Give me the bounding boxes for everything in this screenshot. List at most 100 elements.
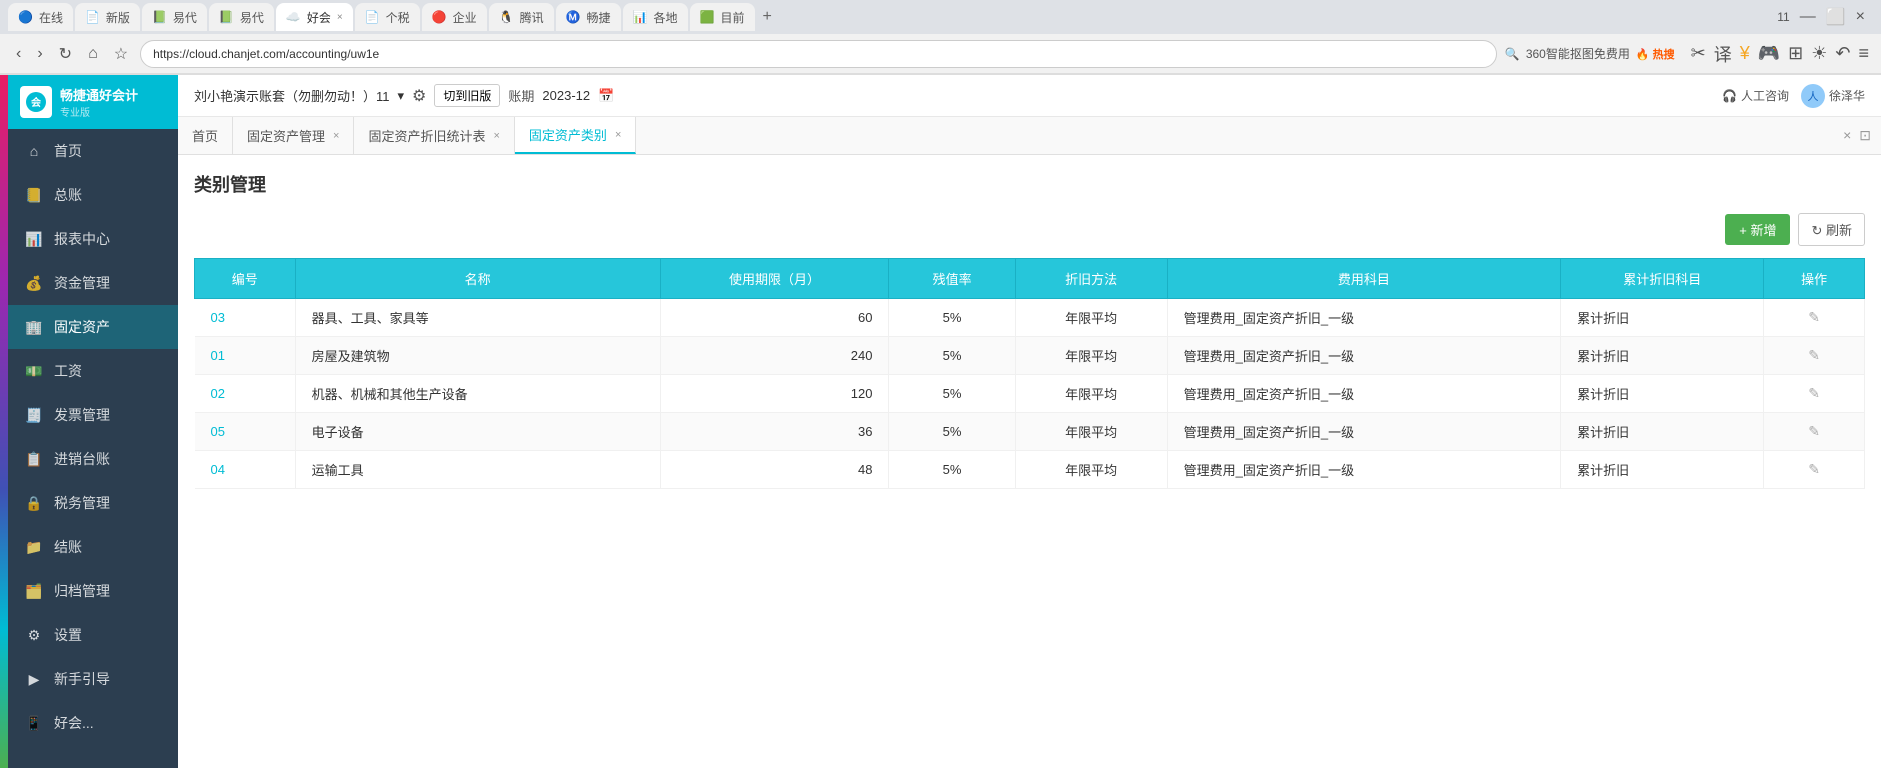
code-link-3[interactable]: 05 — [211, 424, 225, 439]
cell-code-4: 04 — [195, 451, 296, 489]
browser-tab-5[interactable]: ☁️ 好会 × — [276, 3, 353, 31]
menu-label-fund: 资金管理 — [54, 273, 110, 293]
close-panel-icon[interactable]: × — [1843, 127, 1851, 144]
currency-icon[interactable]: ¥ — [1740, 43, 1750, 64]
sidebar-item-close-account[interactable]: 📁 结账 — [8, 525, 178, 569]
sidebar: 会 畅捷通好会计 专业版 ⌂ 首页 📒 总账 📊 报表中心 💰 资金管理 — [8, 75, 178, 768]
page-tab-depreciation[interactable]: 固定资产折旧统计表 × — [354, 117, 514, 154]
edit-icon-2[interactable]: ✎ — [1808, 385, 1820, 401]
sidebar-item-tax[interactable]: 🔒 税务管理 — [8, 481, 178, 525]
undo-icon[interactable]: ↶ — [1835, 43, 1850, 64]
minimize-button[interactable]: — — [1800, 8, 1816, 26]
sidebar-item-archive[interactable]: 🗂️ 归档管理 — [8, 569, 178, 613]
page-tab-category[interactable]: 固定资产类别 × — [515, 117, 636, 154]
browser-tab-2[interactable]: 📄 新版 — [75, 3, 140, 31]
bookmark-button[interactable]: ☆ — [110, 40, 132, 68]
browser-tab-3[interactable]: 📗 易代 — [142, 3, 207, 31]
sidebar-item-fund[interactable]: 💰 资金管理 — [8, 261, 178, 305]
maximize-panel-icon[interactable]: ⊡ — [1859, 127, 1871, 144]
table-row: 05 电子设备 36 5% 年限平均 管理费用_固定资产折旧_一级 累计折旧 ✎ — [195, 413, 1865, 451]
cell-months-3: 36 — [660, 413, 889, 451]
period-value: 2023-12 — [542, 88, 590, 103]
menu-label-archive: 归档管理 — [54, 581, 110, 601]
grid-icon[interactable]: ⊞ — [1788, 43, 1803, 64]
code-link-2[interactable]: 02 — [211, 386, 225, 401]
browser-tab-4[interactable]: 📗 易代 — [209, 3, 274, 31]
scissors-icon[interactable]: ✂ — [1691, 43, 1706, 64]
browser-tab-8[interactable]: 🐧 腾讯 — [489, 3, 554, 31]
address-bar: ‹ › ↻ ⌂ ☆ 🔍 360智能抠图免费用 🔥 热搜 ✂ 译 ¥ 🎮 ⊞ ☀ … — [0, 34, 1881, 74]
cell-expense-4: 管理费用_固定资产折旧_一级 — [1167, 451, 1560, 489]
support-label: 人工咨询 — [1741, 87, 1789, 104]
col-header-expense: 费用科目 — [1167, 259, 1560, 299]
tab-count-badge: 11 — [1777, 10, 1789, 24]
reload-button[interactable]: ↻ — [55, 40, 76, 68]
refresh-button[interactable]: ↻ 刷新 — [1798, 213, 1865, 246]
browser-tab-7[interactable]: 🔴 企业 — [422, 3, 487, 31]
dropdown-icon[interactable]: ▾ — [398, 88, 405, 104]
edit-icon-0[interactable]: ✎ — [1808, 309, 1820, 325]
support-button[interactable]: 🎧 人工咨询 — [1722, 87, 1789, 104]
sidebar-item-app[interactable]: 📱 好会... — [8, 701, 178, 745]
cell-action-2: ✎ — [1764, 375, 1865, 413]
col-header-code: 编号 — [195, 259, 296, 299]
sidebar-item-salary[interactable]: 💵 工资 — [8, 349, 178, 393]
page-title: 类别管理 — [194, 171, 1865, 197]
cell-accum-4: 累计折旧 — [1561, 451, 1764, 489]
code-link-4[interactable]: 04 — [211, 462, 225, 477]
switch-version-button[interactable]: 切到旧版 — [434, 84, 500, 107]
browser-tab-6[interactable]: 📄 个税 — [355, 3, 420, 31]
code-link-1[interactable]: 01 — [211, 348, 225, 363]
browser-tab-10[interactable]: 📊 各地 — [623, 3, 688, 31]
restore-button[interactable]: ⬜ — [1826, 7, 1846, 27]
cell-code-1: 01 — [195, 337, 296, 375]
cell-action-0: ✎ — [1764, 299, 1865, 337]
menu-label-invoice: 发票管理 — [54, 405, 110, 425]
code-link-0[interactable]: 03 — [211, 310, 225, 325]
col-header-name: 名称 — [295, 259, 660, 299]
logo-subtitle: 专业版 — [60, 104, 138, 119]
header-settings-icon[interactable]: ⚙ — [412, 86, 426, 106]
sidebar-item-home[interactable]: ⌂ 首页 — [8, 129, 178, 173]
user-area[interactable]: 人 徐泽华 — [1801, 84, 1865, 108]
browser-tab-9[interactable]: Ⓜ️ 畅捷 — [556, 3, 621, 31]
menu-icon[interactable]: ≡ — [1858, 43, 1869, 64]
calendar-icon[interactable]: 📅 — [598, 88, 614, 104]
sidebar-item-settings[interactable]: ⚙ 设置 — [8, 613, 178, 657]
col-header-action: 操作 — [1764, 259, 1865, 299]
brightness-icon[interactable]: ☀ — [1811, 43, 1827, 64]
close-depreciation-tab[interactable]: × — [493, 130, 499, 142]
game-icon[interactable]: 🎮 — [1758, 43, 1780, 64]
page-tab-asset-mgmt[interactable]: 固定资产管理 × — [233, 117, 354, 154]
back-button[interactable]: ‹ — [12, 41, 25, 67]
translate-icon[interactable]: 译 — [1714, 41, 1732, 67]
cell-method-3: 年限平均 — [1015, 413, 1167, 451]
col-header-accum: 累计折旧科目 — [1561, 259, 1764, 299]
edit-icon-3[interactable]: ✎ — [1808, 423, 1820, 439]
add-button[interactable]: + 新增 — [1725, 214, 1790, 245]
browser-tab-11[interactable]: 🟩 目前 — [690, 3, 755, 31]
new-tab-button[interactable]: + — [757, 8, 778, 26]
edit-icon-4[interactable]: ✎ — [1808, 461, 1820, 477]
close-category-tab[interactable]: × — [615, 129, 621, 141]
sidebar-item-invoice[interactable]: 🧾 发票管理 — [8, 393, 178, 437]
address-input[interactable] — [140, 40, 1497, 68]
forward-button[interactable]: › — [33, 41, 46, 67]
sidebar-item-asset[interactable]: 🏢 固定资产 — [8, 305, 178, 349]
menu-label-guide: 新手引导 — [54, 669, 110, 689]
cell-accum-3: 累计折旧 — [1561, 413, 1764, 451]
sidebar-item-purchase[interactable]: 📋 进销台账 — [8, 437, 178, 481]
edit-icon-1[interactable]: ✎ — [1808, 347, 1820, 363]
close-window-button[interactable]: × — [1856, 8, 1865, 26]
home-button[interactable]: ⌂ — [84, 41, 102, 67]
close-asset-mgmt-tab[interactable]: × — [333, 130, 339, 142]
page-tab-home[interactable]: 首页 — [178, 117, 233, 154]
browser-tab-1[interactable]: 🔵 在线 — [8, 3, 73, 31]
sidebar-item-reports[interactable]: 📊 报表中心 — [8, 217, 178, 261]
sidebar-item-ledger[interactable]: 📒 总账 — [8, 173, 178, 217]
sidebar-item-guide[interactable]: ▶ 新手引导 — [8, 657, 178, 701]
table-row: 01 房屋及建筑物 240 5% 年限平均 管理费用_固定资产折旧_一级 累计折… — [195, 337, 1865, 375]
cell-name-1: 房屋及建筑物 — [295, 337, 660, 375]
tab-close-5[interactable]: × — [337, 12, 343, 23]
cell-months-1: 240 — [660, 337, 889, 375]
